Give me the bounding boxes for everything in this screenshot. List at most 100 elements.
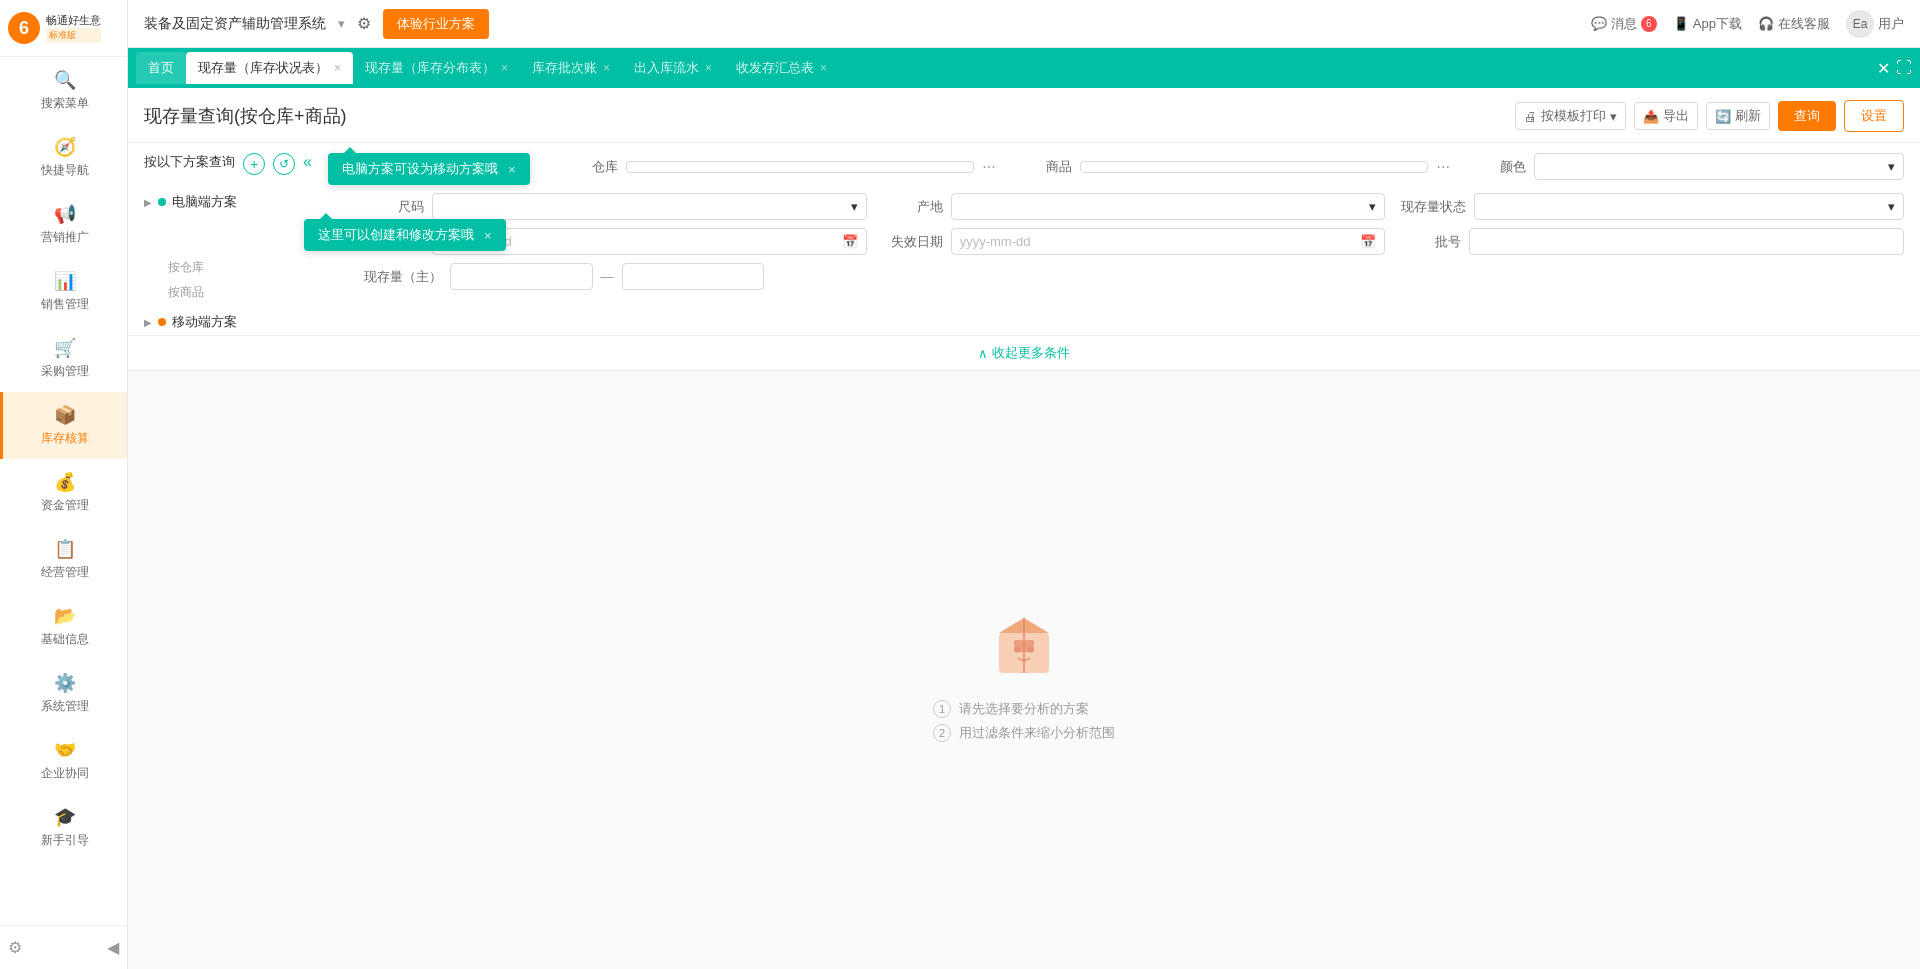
sidebar-item-enterprise[interactable]: 🤝 企业协同: [0, 727, 127, 794]
expiry-date-input[interactable]: yyyy-mm-dd 📅: [951, 228, 1386, 255]
filter-add-btn[interactable]: +: [243, 153, 265, 175]
tab-stock-dist[interactable]: 现存量（库存分布表） ×: [353, 52, 520, 84]
origin-select[interactable]: ▾: [951, 193, 1386, 220]
app-download-btn[interactable]: 📱 App下载: [1673, 15, 1742, 33]
plan-item-desktop[interactable]: ▶ 电脑端方案: [144, 189, 364, 215]
sidebar-item-basic[interactable]: 📂 基础信息: [0, 593, 127, 660]
batch-input[interactable]: [1469, 228, 1904, 255]
message-btn[interactable]: 💬 消息 6: [1591, 15, 1657, 33]
main-content: 装备及固定资产辅助管理系统 ▾ ⚙ 体验行业方案 💬 消息 6 📱 App下载 …: [128, 0, 1920, 969]
stock-main-max-input[interactable]: [622, 263, 765, 290]
tab-stock-dist-close[interactable]: ×: [501, 61, 508, 75]
app-download-label: App下载: [1693, 15, 1742, 33]
tooltip2-close-btn[interactable]: ×: [484, 228, 492, 243]
sidebar-item-inventory[interactable]: 📦 库存核算: [0, 392, 127, 459]
plan-dot-desktop: [158, 198, 166, 206]
empty-state: 1 请先选择要分析的方案 2 用过滤条件来缩小分析范围: [933, 598, 1115, 742]
refresh-btn[interactable]: 🔄 刷新: [1706, 102, 1770, 130]
origin-dropdown-icon: ▾: [1369, 199, 1376, 214]
tab-stock-status-label: 现存量（库存状况表）: [198, 59, 328, 77]
step-num-2: 2: [933, 724, 951, 742]
refresh-icon: 🔄: [1715, 109, 1731, 124]
tab-flow-close[interactable]: ×: [705, 61, 712, 75]
tab-home[interactable]: 首页: [136, 52, 186, 84]
filter-back-btn[interactable]: «: [303, 153, 312, 171]
tab-stock-status-close[interactable]: ×: [334, 61, 341, 75]
empty-step-1: 1 请先选择要分析的方案: [933, 700, 1115, 718]
close-all-tabs-btn[interactable]: ✕: [1877, 59, 1890, 78]
sidebar-item-finance[interactable]: 💰 资金管理: [0, 459, 127, 526]
print-template-label: 按模板打印: [1541, 107, 1606, 125]
online-support-btn[interactable]: 🎧 在线客服: [1758, 15, 1830, 33]
warehouse-label: 仓库: [558, 158, 618, 176]
stock-status-field: 现存量状态 ▾: [1401, 193, 1904, 220]
svg-point-4: [1014, 647, 1020, 653]
warehouse-dots[interactable]: ···: [982, 158, 995, 176]
tab-batch-ledger-close[interactable]: ×: [603, 61, 610, 75]
export-label: 导出: [1663, 107, 1689, 125]
settings-gear-icon[interactable]: ⚙: [357, 14, 371, 33]
batch-field: 批号: [1401, 228, 1904, 255]
goods-dots[interactable]: ···: [1436, 158, 1449, 176]
search-btn[interactable]: 查询: [1778, 101, 1836, 131]
mode-button[interactable]: 体验行业方案: [383, 9, 489, 39]
collapse-up-icon: ∧: [978, 346, 988, 361]
user-profile-btn[interactable]: Ea 用户: [1846, 10, 1904, 38]
sidebar-item-sales[interactable]: 📊 销售管理: [0, 258, 127, 325]
warehouse-select[interactable]: [626, 161, 975, 173]
size-label: 尺码: [364, 198, 424, 216]
empty-steps: 1 请先选择要分析的方案 2 用过滤条件来缩小分析范围: [933, 700, 1115, 742]
enterprise-icon: 🤝: [54, 739, 76, 761]
filter-refresh-btn[interactable]: ↺: [273, 153, 295, 175]
top-filter-fields: 仓库 ··· 商品 ···: [558, 153, 1905, 180]
sidebar-item-marketing[interactable]: 📢 营销推广: [0, 191, 127, 258]
sidebar-item-purchase[interactable]: 🛒 采购管理: [0, 325, 127, 392]
settings-page-btn[interactable]: 设置: [1844, 100, 1904, 132]
color-select[interactable]: ▾: [1534, 153, 1904, 180]
expiry-date-label: 失效日期: [883, 233, 943, 251]
collapse-bar[interactable]: ∧ 收起更多条件: [128, 335, 1920, 370]
tab-summary-close[interactable]: ×: [820, 61, 827, 75]
mobile-icon: 📱: [1673, 16, 1689, 31]
plan-sub-item-2[interactable]: 按商品: [168, 280, 364, 305]
color-field: 颜色 ▾: [1466, 153, 1904, 180]
size-dropdown-icon: ▾: [851, 199, 858, 214]
sidebar-item-system-label: 系统管理: [41, 698, 89, 715]
purchase-icon: 🛒: [54, 337, 76, 359]
inventory-icon: 📦: [54, 404, 76, 426]
plan-sub-item-1[interactable]: 按仓库: [168, 255, 364, 280]
sidebar: 6 畅通好生意 标准版 🔍 搜索菜单 🧭 快捷导航 📢 营销推广 📊 销: [0, 0, 128, 969]
tooltip-plan-mobile: 电脑方案可设为移动方案哦 ×: [328, 153, 530, 185]
goods-select[interactable]: [1080, 161, 1429, 173]
sidebar-item-guide[interactable]: 🎓 新手引导: [0, 794, 127, 861]
system-icon: ⚙️: [54, 672, 76, 694]
logo-badge: 标准版: [46, 28, 101, 43]
print-template-btn[interactable]: 🖨 按模板打印 ▾: [1515, 102, 1626, 130]
tab-flow[interactable]: 出入库流水 ×: [622, 52, 724, 84]
empty-step-2-text: 用过滤条件来缩小分析范围: [959, 724, 1115, 742]
stock-status-select[interactable]: ▾: [1474, 193, 1904, 220]
stock-status-dropdown-icon: ▾: [1888, 199, 1895, 214]
sidebar-item-system[interactable]: ⚙️ 系统管理: [0, 660, 127, 727]
sidebar-item-search[interactable]: 🔍 搜索菜单: [0, 57, 127, 124]
sidebar-item-management[interactable]: 📋 经营管理: [0, 526, 127, 593]
logo-text: 畅通好生意: [46, 13, 101, 28]
page-title: 现存量查询(按仓库+商品): [144, 104, 347, 128]
tab-batch-ledger[interactable]: 库存批次账 ×: [520, 52, 622, 84]
tab-stock-dist-label: 现存量（库存分布表）: [365, 59, 495, 77]
tooltip1-close-btn[interactable]: ×: [508, 162, 516, 177]
tab-summary[interactable]: 收发存汇总表 ×: [724, 52, 839, 84]
size-select[interactable]: ▾: [432, 193, 867, 220]
collapse-sidebar-btn[interactable]: ◀: [107, 938, 119, 957]
tab-stock-status[interactable]: 现存量（库存状况表） ×: [186, 52, 353, 84]
sidebar-item-inventory-label: 库存核算: [41, 430, 89, 447]
sidebar-item-marketing-label: 营销推广: [41, 229, 89, 246]
maximize-btn[interactable]: ⛶: [1896, 59, 1912, 77]
stock-main-min-input[interactable]: [450, 263, 593, 290]
plan-item-mobile[interactable]: ▶ 移动端方案: [144, 309, 364, 335]
sidebar-item-quick-nav[interactable]: 🧭 快捷导航: [0, 124, 127, 191]
origin-field: 产地 ▾: [883, 193, 1386, 220]
settings-btn[interactable]: ⚙: [8, 938, 22, 957]
export-btn[interactable]: 📤 导出: [1634, 102, 1698, 130]
logo-area: 6 畅通好生意 标准版: [0, 0, 127, 57]
